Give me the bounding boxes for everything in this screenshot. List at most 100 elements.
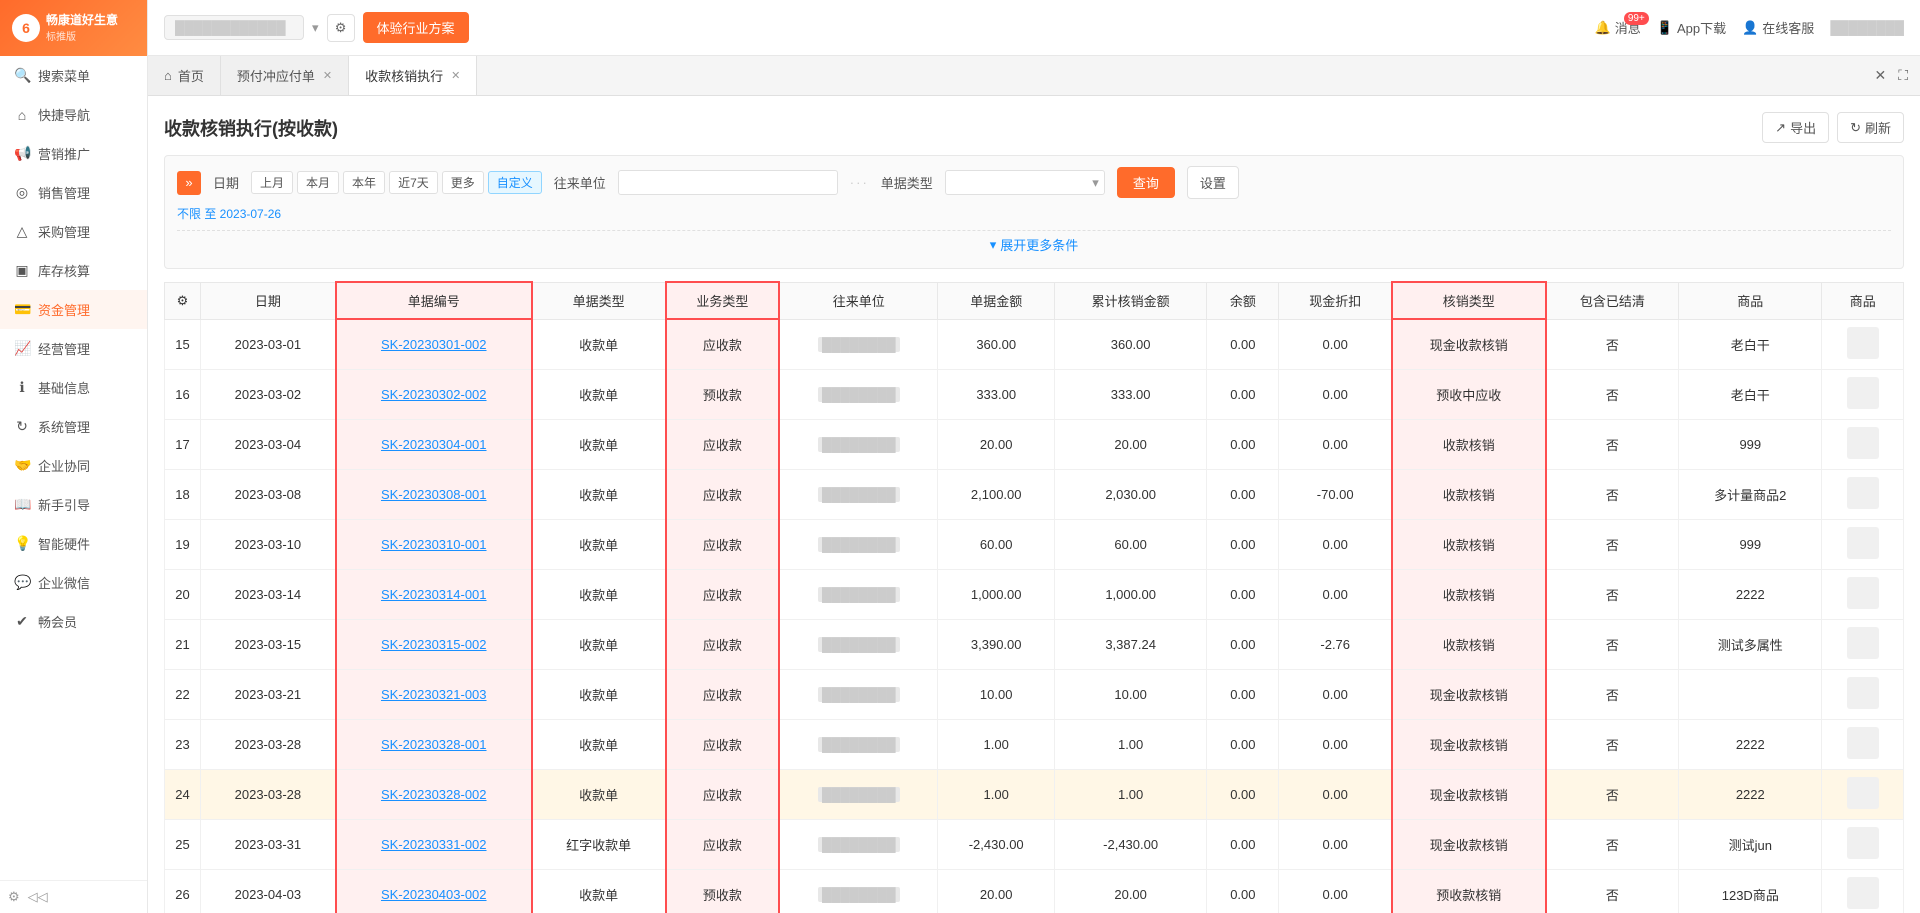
sidebar-item-guide[interactable]: 📖 新手引导	[0, 485, 147, 524]
gear-button[interactable]: ⚙	[327, 14, 355, 42]
cell-product-img	[1822, 369, 1904, 419]
quick-icon: ⌂	[14, 107, 30, 123]
purchase-icon: △	[14, 223, 30, 240]
date-7days-btn[interactable]: 近7天	[389, 171, 438, 194]
page-content: 收款核销执行(按收款) ↗ 导出 ↻ 刷新 » 日期 上月	[148, 96, 1920, 913]
cell-doc-type: 收款单	[532, 469, 666, 519]
sidebar-item-system[interactable]: ↻ 系统管理	[0, 407, 147, 446]
receipt-type-select[interactable]	[945, 170, 1105, 195]
cell-include-settled: 否	[1546, 619, 1679, 669]
tab-prepay[interactable]: 预付冲应付单 ✕	[221, 56, 349, 95]
sidebar-item-wechat[interactable]: 💬 企业微信	[0, 563, 147, 602]
filter-expand-button[interactable]: »	[177, 171, 201, 195]
doc-no-link[interactable]: SK-20230403-002	[381, 887, 487, 902]
doc-no-link[interactable]: SK-20230328-001	[381, 737, 487, 752]
sidebar-item-member[interactable]: ✔ 畅会员	[0, 602, 147, 641]
doc-no-link[interactable]: SK-20230304-001	[381, 437, 487, 452]
sidebar-item-search[interactable]: 🔍 搜索菜单	[0, 56, 147, 95]
sidebar-item-enterprise[interactable]: 🤝 企业协同	[0, 446, 147, 485]
sidebar-item-hardware[interactable]: 💡 智能硬件	[0, 524, 147, 563]
cell-amount: -2,430.00	[938, 819, 1055, 869]
sidebar-item-quick[interactable]: ⌂ 快捷导航	[0, 95, 147, 134]
cell-product-img	[1822, 669, 1904, 719]
settings-icon[interactable]: ⚙	[8, 889, 20, 905]
th-settings[interactable]: ⚙	[165, 282, 201, 319]
table-row: 17 2023-03-04 SK-20230304-001 收款单 应收款 ██…	[165, 419, 1904, 469]
cell-write-off-type: 收款核销	[1392, 569, 1546, 619]
cell-written-off: 2,030.00	[1055, 469, 1207, 519]
message-count-badge: 99+	[1624, 12, 1649, 25]
online-service-button[interactable]: 👤 在线客服	[1742, 18, 1814, 37]
cell-balance: 0.00	[1207, 719, 1279, 769]
cell-counterparty: ████████	[779, 869, 938, 913]
collapse-icon[interactable]: ◁◁	[28, 889, 48, 905]
cell-date: 2023-04-03	[201, 869, 336, 913]
table-row: 21 2023-03-15 SK-20230315-002 收款单 应收款 ██…	[165, 619, 1904, 669]
sidebar-item-purchase[interactable]: △ 采购管理	[0, 212, 147, 251]
refresh-button[interactable]: ↻ 刷新	[1837, 112, 1904, 143]
th-write-off-type: 核销类型	[1392, 282, 1546, 319]
sidebar-item-inventory[interactable]: ▣ 库存核算	[0, 251, 147, 290]
doc-no-link[interactable]: SK-20230315-002	[381, 637, 487, 652]
cell-balance: 0.00	[1207, 819, 1279, 869]
tab-expand-icon[interactable]: ⛶	[1894, 63, 1912, 88]
sidebar-item-finance[interactable]: 💳 资金管理	[0, 290, 147, 329]
doc-no-link[interactable]: SK-20230302-002	[381, 387, 487, 402]
doc-no-link[interactable]: SK-20230328-002	[381, 787, 487, 802]
sidebar-item-sales[interactable]: ◎ 销售管理	[0, 173, 147, 212]
table-body: 15 2023-03-01 SK-20230301-002 收款单 应收款 ██…	[165, 319, 1904, 913]
table-row: 18 2023-03-08 SK-20230308-001 收款单 应收款 ██…	[165, 469, 1904, 519]
cell-date: 2023-03-10	[201, 519, 336, 569]
date-this-month-btn[interactable]: 本月	[297, 171, 339, 194]
sidebar-item-operation[interactable]: 📈 经营管理	[0, 329, 147, 368]
product-image	[1847, 827, 1879, 859]
cell-write-off-type: 现金收款核销	[1392, 819, 1546, 869]
doc-no-link[interactable]: SK-20230321-003	[381, 687, 487, 702]
industry-solution-button[interactable]: 体验行业方案	[363, 12, 469, 43]
sidebar: 6 畅康道好生意 标推版 🔍 搜索菜单 ⌂ 快捷导航 📢 营销推广 ◎ 销售管理…	[0, 0, 148, 913]
tab-collection[interactable]: 收款核销执行 ✕	[349, 56, 477, 95]
doc-no-link[interactable]: SK-20230314-001	[381, 587, 487, 602]
sidebar-item-marketing[interactable]: 📢 营销推广	[0, 134, 147, 173]
th-balance: 余额	[1207, 282, 1279, 319]
sidebar-item-basic[interactable]: ℹ 基础信息	[0, 368, 147, 407]
export-button[interactable]: ↗ 导出	[1762, 112, 1829, 143]
doc-no-link[interactable]: SK-20230301-002	[381, 337, 487, 352]
sidebar-item-label: 新手引导	[38, 495, 90, 514]
cell-include-settled: 否	[1546, 769, 1679, 819]
cell-balance: 0.00	[1207, 669, 1279, 719]
doc-no-link[interactable]: SK-20230308-001	[381, 487, 487, 502]
cell-row-no: 15	[165, 319, 201, 369]
message-button[interactable]: 🔔 消息 99+	[1595, 18, 1641, 37]
date-this-year-btn[interactable]: 本年	[343, 171, 385, 194]
inventory-icon: ▣	[14, 262, 30, 279]
doc-no-link[interactable]: SK-20230310-001	[381, 537, 487, 552]
cell-product: 123D商品	[1679, 869, 1822, 913]
cell-doc-type: 收款单	[532, 669, 666, 719]
cell-cash-discount: 0.00	[1279, 719, 1392, 769]
tabbar-spacer	[477, 56, 1862, 95]
cell-row-no: 22	[165, 669, 201, 719]
cell-row-no: 17	[165, 419, 201, 469]
doc-no-link[interactable]: SK-20230331-002	[381, 837, 487, 852]
query-button[interactable]: 查询	[1117, 167, 1175, 198]
settings-button[interactable]: 设置	[1187, 166, 1239, 199]
system-icon: ↻	[14, 418, 30, 435]
cell-doc-no: SK-20230314-001	[336, 569, 532, 619]
date-more-btn[interactable]: 更多	[442, 171, 484, 194]
tab-close-all-icon[interactable]: ✕	[1870, 63, 1890, 88]
tab-home[interactable]: ⌂ 首页	[148, 56, 221, 95]
cell-row-no: 16	[165, 369, 201, 419]
tab-prepay-close-icon[interactable]: ✕	[323, 69, 332, 82]
cell-cash-discount: 0.00	[1279, 519, 1392, 569]
date-prev-month-btn[interactable]: 上月	[251, 171, 293, 194]
app-download-button[interactable]: 📱 App下载	[1657, 18, 1726, 37]
counterparty-input[interactable]	[618, 170, 838, 195]
cell-written-off: 10.00	[1055, 669, 1207, 719]
cell-write-off-type: 现金收款核销	[1392, 719, 1546, 769]
date-custom-btn[interactable]: 自定义	[488, 171, 542, 194]
tab-collection-close-icon[interactable]: ✕	[451, 69, 460, 82]
cell-product-img	[1822, 869, 1904, 913]
expand-conditions-button[interactable]: ▾ 展开更多条件	[177, 230, 1891, 258]
cell-include-settled: 否	[1546, 319, 1679, 369]
